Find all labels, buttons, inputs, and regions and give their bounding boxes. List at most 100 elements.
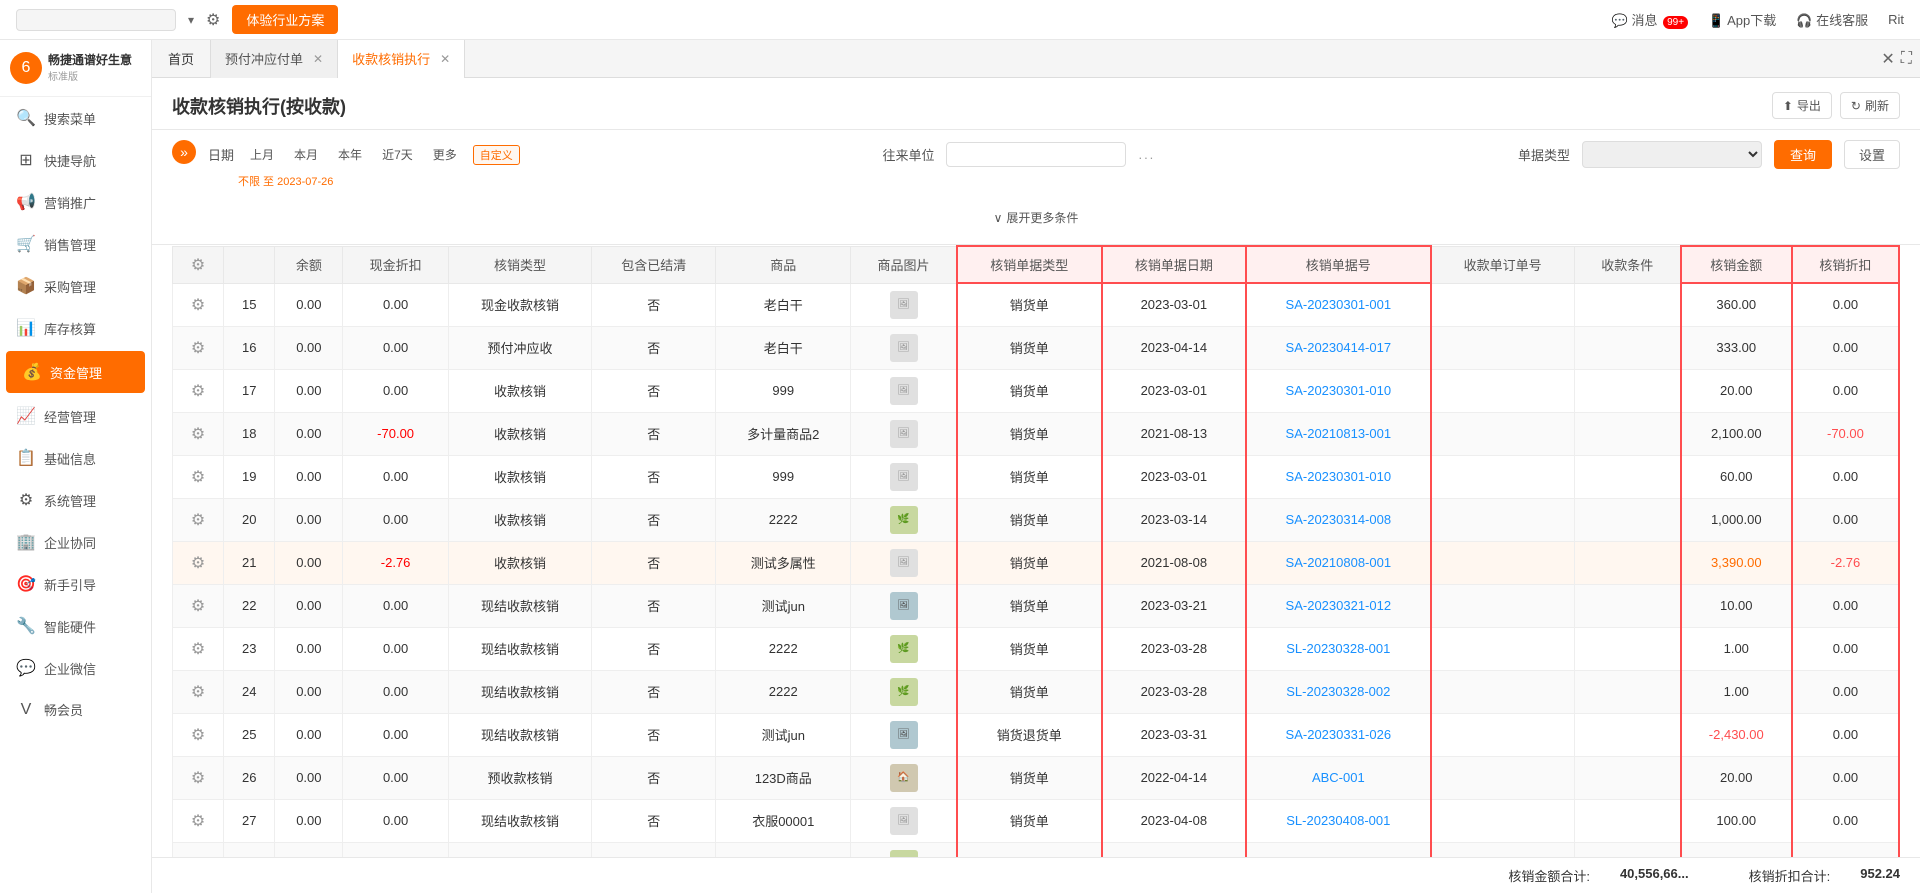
date-last-month[interactable]: 上月 [246,144,278,165]
row-bill-date: 2022-04-14 [1102,756,1247,799]
row-settings-icon[interactable]: ⚙ [173,713,224,756]
row-bill-no[interactable]: SA-20230301-010 [1246,369,1430,412]
row-settings-icon[interactable]: ⚙ [173,799,224,842]
toggle-arrow[interactable]: » [172,140,196,164]
row-cash-discount: 0.00 [343,326,449,369]
app-download-link[interactable]: 📱 App下载 [1708,10,1776,29]
top-gear-icon[interactable]: ⚙ [206,10,220,30]
top-dropdown-arrow[interactable]: ▾ [188,13,194,27]
row-settings-icon[interactable]: ⚙ [173,326,224,369]
tab-close-all-icon[interactable]: ✕ [1881,49,1894,69]
row-bill-no[interactable]: ABC-001 [1246,756,1430,799]
sidebar-item-search[interactable]: 🔍 搜索菜单 [0,97,151,139]
date-more[interactable]: 更多 [429,144,461,165]
row-settings-icon[interactable]: ⚙ [173,541,224,584]
row-cancel-discount: -2.76 [1792,541,1899,584]
row-goods-img: 🌿 [851,498,957,541]
row-bill-no[interactable]: SL-20230328-002 [1246,670,1430,713]
sidebar-item-business[interactable]: 📈 经营管理 [0,395,151,437]
row-bill-date: 2023-04-18 [1102,842,1247,857]
refresh-button[interactable]: ↻ 刷新 [1840,92,1900,119]
smart-icon: 🔧 [16,616,36,636]
table-row: ⚙170.000.00收款核销否999🖼销货单2023-03-01SA-2023… [173,369,1900,412]
sidebar-item-guide[interactable]: 🎯 新手引导 [0,563,151,605]
sidebar-item-system[interactable]: ⚙ 系统管理 [0,479,151,521]
row-settings-icon[interactable]: ⚙ [173,498,224,541]
goods-image-placeholder: 🖼 [890,377,918,405]
query-button[interactable]: 查询 [1774,140,1832,169]
row-cash-discount: 0.00 [343,369,449,412]
row-bill-no[interactable]: SL-20230328-001 [1246,627,1430,670]
row-bill-no[interactable]: SL-20230408-001 [1246,799,1430,842]
date-this-year[interactable]: 本年 [334,144,366,165]
sidebar-item-sales[interactable]: 🛒 销售管理 [0,223,151,265]
message-icon[interactable]: 💬 消息 99+ [1612,10,1688,29]
sidebar-item-basic[interactable]: 📋 基础信息 [0,437,151,479]
row-bill-no[interactable]: SA-20230321-012 [1246,584,1430,627]
tab-fullscreen-icon[interactable]: ⛶ [1901,50,1912,68]
row-included: 否 [592,283,716,326]
row-settings-icon[interactable]: ⚙ [173,369,224,412]
row-cancel-amount: -2,430.00 [1681,713,1792,756]
row-bill-no[interactable]: SA-20230331-026 [1246,713,1430,756]
row-goods-img: 🖼 [851,369,957,412]
row-bill-no[interactable]: SA-20210813-001 [1246,412,1430,455]
row-cancel-amount: 10.00 [1681,584,1792,627]
member-icon: V [16,701,36,719]
bill-type-select[interactable] [1582,141,1762,168]
tab-collect-close[interactable]: ✕ [440,52,450,66]
row-bill-no[interactable]: SA-20230314-008 [1246,498,1430,541]
sidebar-item-quick[interactable]: ⊞ 快捷导航 [0,139,151,181]
export-button[interactable]: ⬆ 导出 [1772,92,1832,119]
row-bill-no[interactable]: SA-20230414-017 [1246,326,1430,369]
sidebar-item-inventory[interactable]: 📊 库存核算 [0,307,151,349]
sidebar-item-corp[interactable]: 🏢 企业协同 [0,521,151,563]
row-bill-no[interactable]: SA-20230301-010 [1246,455,1430,498]
sidebar-item-purchase[interactable]: 📦 采购管理 [0,265,151,307]
row-settings-icon[interactable]: ⚙ [173,455,224,498]
row-bill-no[interactable]: SA-20230301-001 [1246,283,1430,326]
top-search-input[interactable] [16,9,176,31]
partner-input[interactable] [946,142,1126,167]
grid-icon: ⊞ [16,150,36,170]
row-settings-icon[interactable]: ⚙ [173,627,224,670]
sidebar-item-wechat[interactable]: 💬 企业微信 [0,647,151,689]
date-custom[interactable]: 自定义 [473,145,520,165]
row-cancel-type: 预收款核销 [448,756,591,799]
row-settings-icon[interactable]: ⚙ [173,584,224,627]
date-7days[interactable]: 近7天 [378,144,417,165]
row-seq: 28 [224,842,275,857]
row-cash-discount: 0.00 [343,799,449,842]
data-table-container[interactable]: ⚙ 余额 现金折扣 核销类型 包含已结清 商品 商品图片 核销单据类型 核销单据… [152,245,1920,857]
sidebar-item-marketing[interactable]: 📢 营销推广 [0,181,151,223]
row-settings-icon[interactable]: ⚙ [173,842,224,857]
date-this-month[interactable]: 本月 [290,144,322,165]
col-header-settings[interactable]: ⚙ [173,246,224,283]
partner-dots[interactable]: ... [1138,147,1155,162]
online-service-link[interactable]: 🎧 在线客服 [1796,10,1868,29]
row-settings-icon[interactable]: ⚙ [173,283,224,326]
solution-button[interactable]: 体验行业方案 [232,5,338,34]
row-settings-icon[interactable]: ⚙ [173,412,224,455]
row-bill-date: 2023-03-01 [1102,283,1247,326]
tab-prepay-close[interactable]: ✕ [313,52,323,66]
tab-collect[interactable]: 收款核销执行 ✕ [338,40,465,78]
row-collect-order-no [1431,627,1575,670]
row-bill-no[interactable]: SA-20210808-001 [1246,541,1430,584]
row-settings-icon[interactable]: ⚙ [173,756,224,799]
row-cancel-type: 预付冲应收 [448,326,591,369]
sidebar-item-finance[interactable]: 💰 资金管理 [6,351,145,393]
tab-prepay[interactable]: 预付冲应付单 ✕ [211,40,338,78]
user-name[interactable]: Rit [1888,12,1904,27]
sidebar-item-smart[interactable]: 🔧 智能硬件 [0,605,151,647]
row-bill-no[interactable]: SL-20230418-001 [1246,842,1430,857]
row-bill-date: 2021-08-08 [1102,541,1247,584]
goods-image-thumb-green: 🌿 [890,850,918,858]
settings-button[interactable]: 设置 [1844,140,1900,169]
sidebar-item-member[interactable]: V 畅会员 [0,689,151,730]
row-settings-icon[interactable]: ⚙ [173,670,224,713]
tab-home[interactable]: 首页 [152,40,211,78]
goods-image-thumb-green: 🌿 [890,678,918,706]
row-cancel-discount: 0.00 [1792,455,1899,498]
expand-conditions-button[interactable]: ∨ 展开更多条件 [984,205,1089,230]
